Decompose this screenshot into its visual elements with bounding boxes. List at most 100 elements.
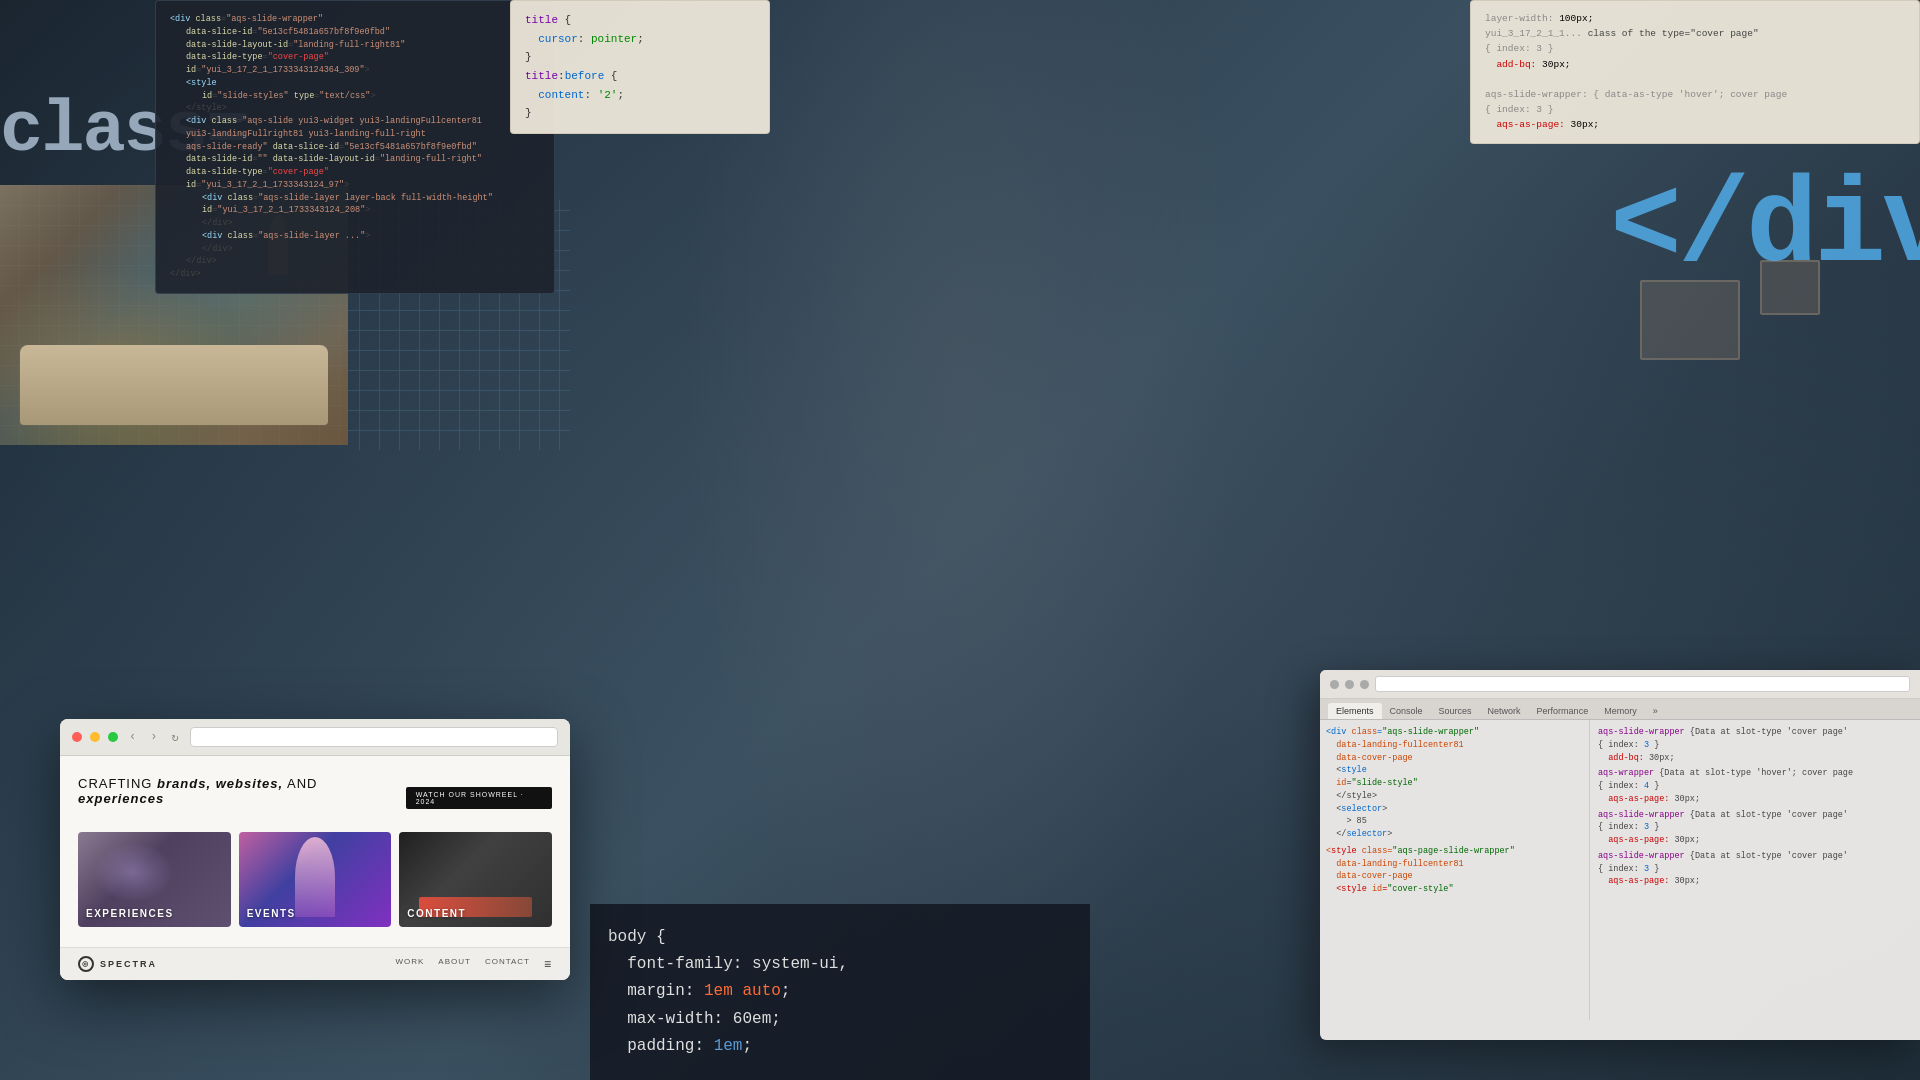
browser-dot-minimize[interactable]	[90, 732, 100, 742]
devtools-tab-performance[interactable]: Performance	[1529, 703, 1597, 719]
footer-nav-about[interactable]: ABOUT	[438, 957, 471, 971]
code-line-20: </div>	[170, 255, 540, 268]
devtools-tab-network[interactable]: Network	[1480, 703, 1529, 719]
watch-showreel-btn[interactable]: WATCH OUR SHOWREEL · 2024	[406, 787, 552, 809]
card-label-events: EVENTS	[247, 908, 296, 919]
footer-logo-text: SPECTRA	[100, 959, 157, 969]
code-line-3: data-slide-layout-id="landing-full-right…	[170, 39, 540, 52]
code-panel-top-center: title { cursor: pointer; } title:before …	[510, 0, 770, 134]
website-mockup: ‹ › ↻ CRAFTING brands, websites, AND exp…	[60, 719, 570, 980]
mockup-content: CRAFTING brands, websites, AND experienc…	[60, 756, 570, 947]
browser-dot-close[interactable]	[72, 732, 82, 742]
code-line-16: id="yui_3_17_2_1_1733343124_208">	[170, 204, 540, 217]
card-label-experiences: EXPERIENCES	[86, 908, 174, 919]
browser-url-bar[interactable]	[190, 727, 558, 747]
code-line-17: </div>	[170, 217, 540, 230]
footer-nav-work[interactable]: WORK	[395, 957, 424, 971]
code-line-8: </style>	[170, 102, 540, 115]
devtools-tab-memory[interactable]: Memory	[1596, 703, 1645, 719]
dt-line-10: data-landing-fullcenter81	[1326, 858, 1583, 871]
card-content[interactable]: CONTENT	[399, 832, 552, 927]
code-panel-top-left: <div class="aqs-slide-wrapper" data-slic…	[155, 0, 555, 294]
dt-css-9: aqs-as-page: 30px;	[1598, 834, 1912, 847]
dt-line-9: </selector>	[1326, 828, 1583, 841]
dt-css-2: { index: 3 }	[1598, 739, 1912, 752]
code-line-18: <div class="aqs-slide-layer ...">	[170, 230, 540, 243]
headline-row: CRAFTING brands, websites, AND experienc…	[78, 776, 552, 820]
dt-highlight-1: <style class="aqs-page-slide-wrapper"	[1326, 845, 1583, 858]
dt-css-8: { index: 3 }	[1598, 821, 1912, 834]
devtools-dot-3	[1360, 680, 1369, 689]
dt-css-12: aqs-as-page: 30px;	[1598, 875, 1912, 888]
footer-logo: ◎ SPECTRA	[78, 956, 157, 972]
right-code-block: layer-width: 100px; yui_3_17_2_1_1... cl…	[1485, 11, 1905, 133]
body-css-code: body { font-family: system-ui, margin: 1…	[608, 924, 1072, 1060]
browser-bar: ‹ › ↻	[60, 719, 570, 756]
devtools-body: <div class="aqs-slide-wrapper" data-land…	[1320, 720, 1920, 1020]
dt-css-6: aqs-as-page: 30px;	[1598, 793, 1912, 806]
code-line-21: </div>	[170, 268, 540, 281]
mockup-headline: CRAFTING brands, websites, AND experienc…	[78, 776, 398, 806]
dt-css-7: aqs-slide-wrapper {Data at slot-type 'co…	[1598, 809, 1912, 822]
dt-line-4: <style	[1326, 764, 1583, 777]
browser-dot-maximize[interactable]	[108, 732, 118, 742]
card-label-content: CONTENT	[407, 908, 466, 919]
code-line-15: <div class="aqs-slide-layer layer-back f…	[170, 192, 540, 205]
code-panel-bottom-center: body { font-family: system-ui, margin: 1…	[590, 904, 1090, 1080]
browser-forward-btn[interactable]: ›	[147, 730, 160, 744]
code-line-13: data-slide-type="cover-page"	[170, 166, 540, 179]
devtools-tab-elements[interactable]: Elements	[1328, 703, 1382, 719]
devtools-url-bar[interactable]	[1375, 676, 1910, 692]
dt-line-2: data-landing-fullcenter81	[1326, 739, 1583, 752]
code-line-19: </div>	[170, 243, 540, 256]
dt-line-5: id="slide-style"	[1326, 777, 1583, 790]
code-panel-top-right: layer-width: 100px; yui_3_17_2_1_1... cl…	[1470, 0, 1920, 144]
dt-line-3: data-cover-page	[1326, 752, 1583, 765]
devtools-tab-more[interactable]: »	[1645, 703, 1666, 719]
browser-refresh-btn[interactable]: ↻	[168, 730, 181, 745]
code-line-11: aqs-slide-ready" data-slice-id="5e13cf54…	[170, 141, 540, 154]
card-experiences[interactable]: EXPERIENCES	[78, 832, 231, 927]
code-line-7: id="slide-styles" type="text/css">	[170, 90, 540, 103]
code-line-9: <div class="aqs-slide yui3-widget yui3-l…	[170, 115, 540, 128]
dt-line-1: <div class="aqs-slide-wrapper"	[1326, 726, 1583, 739]
dt-css-3: add-bq: 30px;	[1598, 752, 1912, 765]
code-line-5: id="yui_3_17_2_1_1733343124364_309">	[170, 64, 540, 77]
dt-line-11: data-cover-page	[1326, 870, 1583, 883]
devtools-titlebar	[1320, 670, 1920, 699]
closing-div-text: </div	[1610, 160, 1920, 296]
footer-nav-contact[interactable]: CONTACT	[485, 957, 530, 971]
card-events[interactable]: EVENTS	[239, 832, 392, 927]
devtools-dot-2	[1345, 680, 1354, 689]
code-line-14: id="yui_3_17_2_1_1733343124_97">	[170, 179, 540, 192]
dt-css-10: aqs-slide-wrapper {Data at slot-type 'co…	[1598, 850, 1912, 863]
room-sofa	[20, 345, 328, 425]
dt-css-1: aqs-slide-wrapper {Data at slot-type 'co…	[1598, 726, 1912, 739]
dt-line-6: </style>	[1326, 790, 1583, 803]
footer-menu-icon[interactable]: ≡	[544, 957, 552, 971]
dt-line-7: <selector>	[1326, 803, 1583, 816]
dt-css-4: aqs-wrapper {Data at slot-type 'hover'; …	[1598, 767, 1912, 780]
devtools-html-panel: <div class="aqs-slide-wrapper" data-land…	[1320, 720, 1590, 1020]
code-line-2: data-slice-id="5e13cf5481a657bf8f9e0fbd"	[170, 26, 540, 39]
dt-css-5: { index: 4 }	[1598, 780, 1912, 793]
devtools-dot-1	[1330, 680, 1339, 689]
code-line-10: yui3-landingFullright81 yui3-landing-ful…	[170, 128, 540, 141]
code-line-4: data-slide-type="cover-page"	[170, 51, 540, 64]
footer-nav: WORK ABOUT CONTACT ≡	[395, 957, 552, 971]
dt-line-12: <style id="cover-style"	[1326, 883, 1583, 896]
dt-line-8: > 85	[1326, 815, 1583, 828]
code-line-1: <div class="aqs-slide-wrapper"	[170, 13, 540, 26]
mockup-footer: ◎ SPECTRA WORK ABOUT CONTACT ≡	[60, 947, 570, 980]
footer-logo-icon: ◎	[78, 956, 94, 972]
code-line-12: data-slide-id="" data-slide-layout-id="l…	[170, 153, 540, 166]
dt-css-11: { index: 3 }	[1598, 863, 1912, 876]
code-line-6: <style	[170, 77, 540, 90]
devtools-tabs: Elements Console Sources Network Perform…	[1320, 699, 1920, 720]
mockup-cards: EXPERIENCES EVENTS CONTENT	[78, 832, 552, 927]
browser-back-btn[interactable]: ‹	[126, 730, 139, 744]
devtools-tab-console[interactable]: Console	[1382, 703, 1431, 719]
devtools-panel: Elements Console Sources Network Perform…	[1320, 670, 1920, 1040]
css-code-block: title { cursor: pointer; } title:before …	[525, 11, 755, 123]
devtools-tab-sources[interactable]: Sources	[1431, 703, 1480, 719]
